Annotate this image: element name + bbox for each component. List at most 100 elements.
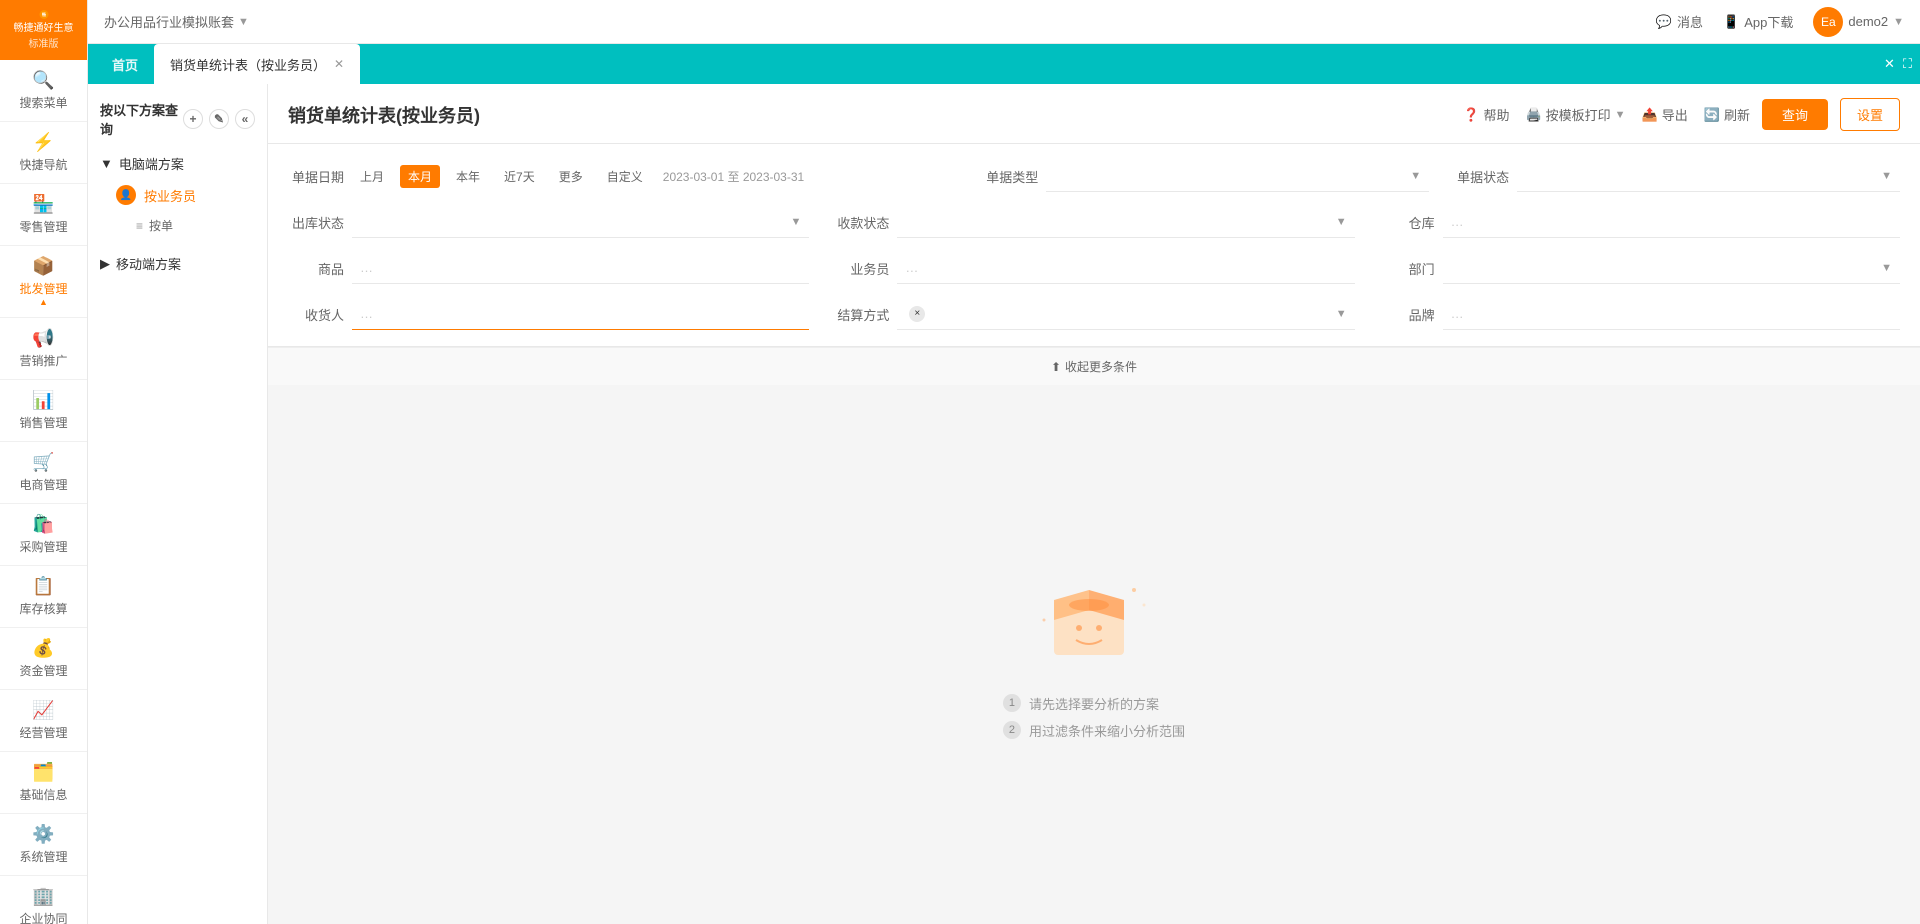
sidebar-item-inventory[interactable]: 📋 库存核算 (0, 566, 87, 628)
hint-item-2: 2 用过滤条件来缩小分析范围 (1003, 721, 1185, 740)
retail-icon: 🏪 (32, 194, 54, 215)
triangle-icon: ▼ (100, 156, 113, 171)
edit-scheme-button[interactable]: ✎ (209, 109, 229, 129)
add-scheme-button[interactable]: + (183, 109, 203, 129)
username: demo2 (1848, 14, 1888, 29)
collapse-panel-button[interactable]: « (235, 109, 255, 129)
query-button[interactable]: 查询 (1762, 99, 1828, 130)
doc-status-field: 单据状态 ▼ (1453, 160, 1900, 192)
sidebar-item-ecommerce[interactable]: 🛒 电商管理 (0, 442, 87, 504)
date-tab-more[interactable]: 更多 (551, 165, 591, 188)
sidebar-item-purchase[interactable]: 🛍️ 采购管理 (0, 504, 87, 566)
brand-input[interactable]: … (1443, 298, 1900, 330)
sidebar-item-label: 零售管理 (19, 218, 67, 235)
consignee-label: 收货人 (288, 305, 344, 324)
filter-row-4: 收货人 … 结算方式 × ▼ (288, 298, 1900, 330)
sidebar-item-label: 搜索菜单 (19, 94, 67, 111)
goods-input[interactable]: … (352, 252, 809, 284)
date-tab-this-month[interactable]: 本月 (400, 165, 440, 188)
sidebar-item-business[interactable]: 📈 经营管理 (0, 690, 87, 752)
dept-select[interactable]: ▼ (1443, 252, 1900, 284)
sidebar-item-label: 基础信息 (19, 786, 67, 803)
user-menu[interactable]: Ea demo2 ▼ (1813, 7, 1904, 37)
mobile-icon: 📱 (1723, 14, 1739, 30)
hint-item-1: 1 请先选择要分析的方案 (1003, 694, 1185, 713)
quick-icon: ⚡ (32, 132, 54, 153)
sidebar-item-system[interactable]: ⚙️ 系统管理 (0, 814, 87, 876)
doc-status-select[interactable]: ▼ (1517, 160, 1900, 192)
sidebar-item-wholesale[interactable]: 📦 批发管理 ▲ (0, 246, 87, 318)
order-scheme-label: 按单 (149, 217, 173, 234)
right-panel: 销货单统计表(按业务员) ❓ 帮助 🖨️ 按模板打印 ▼ (268, 84, 1920, 924)
consignee-input[interactable]: … (352, 298, 809, 330)
left-panel: 按以下方案查询 + ✎ « ▼ 电脑端方案 (88, 84, 268, 924)
tab-expand-button[interactable]: ⛶ (1903, 56, 1912, 72)
date-tab-custom[interactable]: 自定义 (599, 165, 651, 188)
empty-state: 1 请先选择要分析的方案 2 用过滤条件来缩小分析范围 (268, 385, 1920, 924)
topbar-left: 办公用品行业模拟账套 ▼ (104, 12, 249, 31)
sidebar-item-label: 销售管理 (19, 414, 67, 431)
dept-label: 部门 (1379, 259, 1435, 278)
collapse-bar[interactable]: ⬆ 收起更多条件 (268, 347, 1920, 385)
date-tab-last-month[interactable]: 上月 (352, 165, 392, 188)
empty-icon (1034, 570, 1154, 670)
pc-scheme-title[interactable]: ▼ 电脑端方案 (88, 148, 267, 179)
tab-close-all-button[interactable]: ✕ (1884, 56, 1895, 72)
sidebar-item-search[interactable]: 🔍 搜索菜单 (0, 60, 87, 122)
scheme-sub-item-order[interactable]: ≡ 按单 (88, 211, 267, 240)
doc-status-chevron-icon: ▼ (1881, 170, 1892, 182)
warehouse-input[interactable]: … (1443, 206, 1900, 238)
tab-close-button[interactable]: ✕ (334, 57, 344, 71)
inventory-icon: 📋 (32, 576, 54, 597)
receipt-status-chevron-icon: ▼ (1336, 216, 1347, 228)
doc-type-select[interactable]: ▼ (1046, 160, 1429, 192)
tabbar-actions: ✕ ⛶ (1884, 56, 1912, 72)
date-label: 单据日期 (288, 167, 344, 186)
app-name: 畅捷通好生意 (14, 22, 74, 35)
export-button[interactable]: 📤 导出 (1642, 105, 1688, 124)
sidebar-item-enterprise[interactable]: 🏢 企业协同 (0, 876, 87, 924)
sidebar-item-basic[interactable]: 🗂️ 基础信息 (0, 752, 87, 814)
print-icon: 🖨️ (1525, 107, 1541, 123)
scheme-query-label: 按以下方案查询 (100, 100, 183, 138)
message-button[interactable]: 💬 消息 (1656, 12, 1703, 31)
settings-button[interactable]: 设置 (1840, 98, 1900, 131)
payment-tag-close[interactable]: × (909, 306, 925, 322)
breadcrumb-dropdown[interactable]: 办公用品行业模拟账套 ▼ (104, 12, 249, 31)
warehouse-field: 仓库 … (1379, 206, 1900, 238)
tab-home[interactable]: 首页 (96, 44, 154, 84)
app-download-button[interactable]: 📱 App下载 (1723, 12, 1793, 31)
scheme-item-salesperson[interactable]: 👤 按业务员 (88, 179, 267, 211)
sidebar-item-retail[interactable]: 🏪 零售管理 (0, 184, 87, 246)
sidebar-item-label: 采购管理 (19, 538, 67, 555)
doc-type-chevron-icon: ▼ (1410, 170, 1421, 182)
sidebar-item-label: 电商管理 (19, 476, 67, 493)
out-status-select[interactable]: ▼ (352, 206, 809, 238)
sidebar-item-label: 企业协同 (19, 910, 67, 924)
consignee-field: 收货人 … (288, 298, 809, 330)
warehouse-dots: … (1451, 214, 1464, 229)
payment-select[interactable]: × ▼ (897, 298, 1354, 330)
mobile-scheme-title[interactable]: ▶ 移动端方案 (88, 248, 267, 279)
sidebar-item-marketing[interactable]: 📢 营销推广 (0, 318, 87, 380)
topbar-right: 💬 消息 📱 App下载 Ea demo2 ▼ (1656, 7, 1904, 37)
mobile-scheme-label: 移动端方案 (116, 254, 181, 273)
app-logo: 畅 畅捷通好生意 标准版 (0, 0, 87, 60)
left-panel-header: 按以下方案查询 + ✎ « (88, 94, 267, 144)
brand-field: 品牌 … (1379, 298, 1900, 330)
sidebar-item-finance[interactable]: 💰 资金管理 (0, 628, 87, 690)
receipt-status-field: 收款状态 ▼ (833, 206, 1354, 238)
sidebar-item-quick[interactable]: ⚡ 快捷导航 (0, 122, 87, 184)
sidebar-item-sales[interactable]: 📊 销售管理 (0, 380, 87, 442)
refresh-button[interactable]: 🔄 刷新 (1704, 105, 1750, 124)
date-tab-7days[interactable]: 近7天 (496, 165, 543, 188)
salesperson-input[interactable]: … (897, 252, 1354, 284)
refresh-label: 刷新 (1724, 105, 1750, 124)
tab-sales-stat[interactable]: 销货单统计表（按业务员） ✕ (154, 44, 360, 84)
template-print-button[interactable]: 🖨️ 按模板打印 ▼ (1525, 105, 1625, 124)
help-button[interactable]: ❓ 帮助 (1463, 105, 1509, 124)
sidebar-item-label: 批发管理 (19, 280, 67, 297)
chevron-up-icon: ▲ (39, 297, 48, 307)
receipt-status-select[interactable]: ▼ (897, 206, 1354, 238)
date-tab-this-year[interactable]: 本年 (448, 165, 488, 188)
